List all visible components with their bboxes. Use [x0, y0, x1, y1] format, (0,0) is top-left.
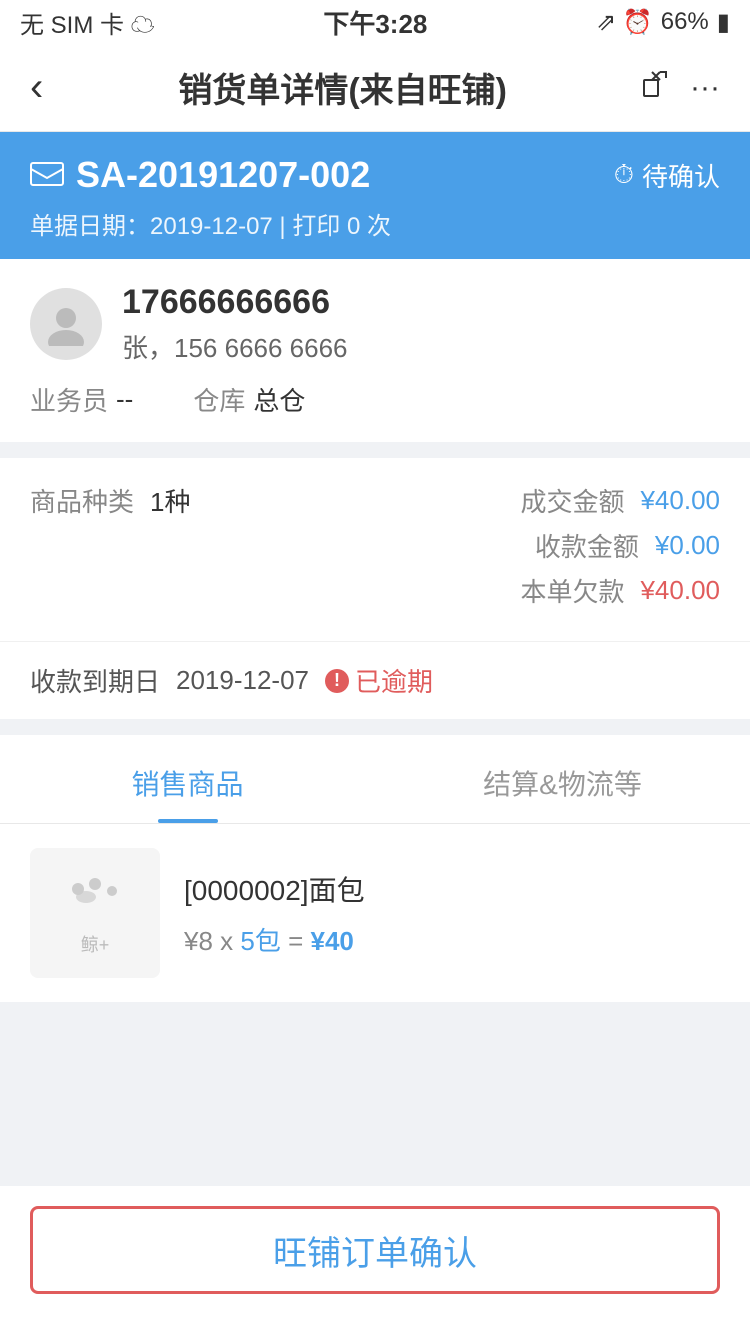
salesperson-item: 业务员 --	[30, 381, 133, 418]
product-thumbnail: 鲸+	[30, 848, 160, 978]
product-section: 鲸+ [0000002]面包 ¥8 x 5包 = ¥40	[0, 824, 750, 1002]
warehouse-item: 仓库 总仓	[193, 381, 305, 418]
product-price: ¥8 x	[184, 926, 240, 956]
order-date: 单据日期：2019-12-07 | 打印 0 次	[30, 206, 720, 241]
warehouse-label: 仓库	[193, 381, 245, 418]
product-total: ¥40	[310, 926, 353, 956]
battery-level: 66%	[661, 8, 709, 36]
status-right: ⇗ ⏰ 66% ▮	[596, 8, 730, 37]
received-label: 收款金额	[535, 527, 639, 564]
received-value: ¥0.00	[655, 530, 720, 561]
due-date-label: 收款到期日	[30, 662, 160, 699]
product-item: 鲸+ [0000002]面包 ¥8 x 5包 = ¥40	[30, 848, 720, 978]
balance-value: ¥40.00	[640, 575, 720, 606]
nav-right[interactable]: ···	[642, 70, 720, 106]
product-type-label: 商品种类	[30, 482, 134, 519]
confirm-order-button[interactable]: 旺铺订单确认	[30, 1206, 720, 1294]
customer-phone: 17666666666	[122, 283, 720, 322]
share-button[interactable]	[642, 70, 670, 106]
summary-row: 商品种类 1种 成交金额 ¥40.00 收款金额 ¥0.00 本单欠款 ¥40.…	[30, 482, 720, 617]
more-button[interactable]: ···	[690, 71, 720, 105]
due-date-value: 2019-12-07	[176, 665, 309, 696]
warehouse-value: 总仓	[253, 381, 305, 418]
amount-row-3: 本单欠款 ¥40.00	[520, 572, 720, 609]
order-header: SA-20191207-002 ⏱ 待确认 单据日期：2019-12-07 | …	[0, 132, 750, 259]
sim-status: 无 SIM 卡 ☁	[20, 5, 155, 40]
product-price-row: ¥8 x 5包 = ¥40	[184, 921, 720, 958]
tab-sales-label: 销售商品	[131, 769, 243, 800]
tab-settlement-label: 结算&物流等	[483, 769, 642, 800]
page-title: 销货单详情(来自旺铺)	[178, 63, 507, 112]
product-type-group: 商品种类 1种	[30, 482, 190, 519]
product-name: [0000002]面包	[184, 869, 720, 909]
tab-sales-products[interactable]: 销售商品	[0, 735, 375, 823]
tab-indicator	[158, 819, 218, 823]
tabs-section: 销售商品 结算&物流等	[0, 735, 750, 824]
customer-meta-row: 业务员 -- 仓库 总仓	[30, 381, 720, 418]
customer-row: 17666666666 张，156 6666 6666	[30, 283, 720, 365]
battery-icon: ⇗ ⏰	[596, 8, 653, 37]
divider-2	[0, 719, 750, 735]
overdue-text: 已逾期	[355, 662, 433, 699]
avatar	[30, 288, 102, 360]
order-status: ⏱ 待确认	[614, 157, 720, 194]
due-date-section: 收款到期日 2019-12-07 ! 已逾期	[0, 641, 750, 719]
customer-info: 17666666666 张，156 6666 6666	[122, 283, 720, 365]
overdue-icon: !	[325, 669, 349, 693]
balance-label: 本单欠款	[520, 572, 624, 609]
status-text: 待确认	[642, 157, 720, 194]
salesperson-value: --	[116, 384, 133, 415]
order-id-row: SA-20191207-002	[30, 154, 370, 196]
status-time: 下午3:28	[323, 4, 427, 41]
bottom-bar: 旺铺订单确认	[0, 1186, 750, 1334]
product-name-text: 面包	[309, 875, 365, 906]
amounts-group: 成交金额 ¥40.00 收款金额 ¥0.00 本单欠款 ¥40.00	[520, 482, 720, 617]
status-left: 无 SIM 卡 ☁	[20, 5, 155, 40]
nav-left[interactable]: ‹	[30, 65, 43, 110]
thumbnail-label: 鲸+	[60, 931, 130, 957]
customer-name-phone: 张，156 6666 6666	[122, 328, 720, 365]
amount-row-2: 收款金额 ¥0.00	[520, 527, 720, 564]
nav-bar: ‹ 销货单详情(来自旺铺) ···	[0, 44, 750, 132]
status-clock-icon: ⏱	[614, 159, 634, 191]
product-qty: 5包	[240, 926, 280, 956]
product-type-value: 1种	[150, 482, 190, 519]
salesperson-label: 业务员	[30, 381, 108, 418]
amount-value: ¥40.00	[640, 485, 720, 516]
order-id-text: SA-20191207-002	[76, 154, 370, 196]
order-icon	[30, 154, 64, 196]
amount-label: 成交金额	[520, 482, 624, 519]
tab-settlement-logistics[interactable]: 结算&物流等	[375, 735, 750, 823]
product-code: [0000002]	[184, 875, 309, 906]
product-info: [0000002]面包 ¥8 x 5包 = ¥40	[184, 869, 720, 958]
back-button[interactable]: ‹	[30, 65, 43, 110]
battery-bar: ▮	[717, 8, 730, 37]
summary-section: 商品种类 1种 成交金额 ¥40.00 收款金额 ¥0.00 本单欠款 ¥40.…	[0, 458, 750, 641]
status-bar: 无 SIM 卡 ☁ 下午3:28 ⇗ ⏰ 66% ▮	[0, 0, 750, 44]
product-separator: =	[281, 926, 311, 956]
amount-row-1: 成交金额 ¥40.00	[520, 482, 720, 519]
divider-1	[0, 442, 750, 458]
customer-section: 17666666666 张，156 6666 6666 业务员 -- 仓库 总仓	[0, 259, 750, 442]
overdue-badge: ! 已逾期	[325, 662, 433, 699]
